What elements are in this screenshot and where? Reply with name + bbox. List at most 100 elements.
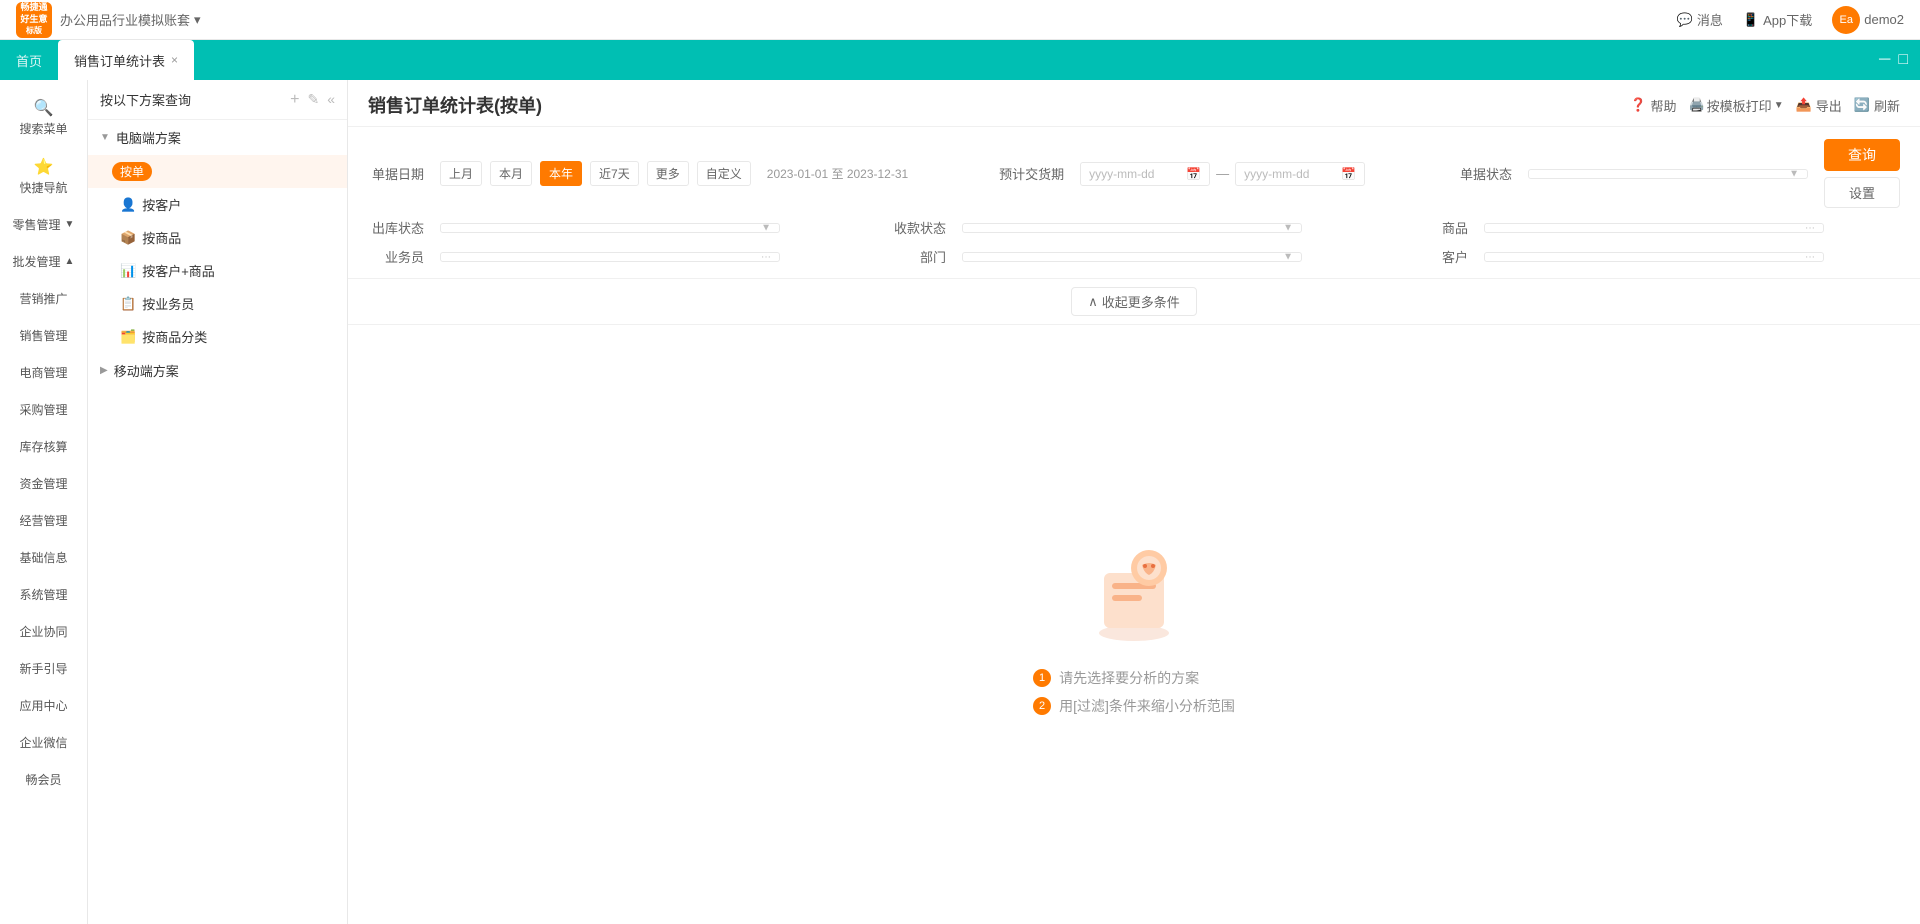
scheme-item-按商品分类[interactable]: 🗂️ 按商品分类 xyxy=(88,320,347,353)
step-num-1: 1 xyxy=(1033,669,1051,687)
expected-date-start-text: yyyy-mm-dd xyxy=(1089,167,1154,181)
app-download-button[interactable]: 📱 App下载 xyxy=(1743,10,1812,29)
sidebar-item-purchase[interactable]: 采购管理 xyxy=(0,391,87,428)
staff-select[interactable]: ··· xyxy=(440,252,780,262)
step-num-2: 2 xyxy=(1033,697,1051,715)
add-scheme-button[interactable]: + xyxy=(290,91,299,109)
collapse-panel-button[interactable]: « xyxy=(327,91,335,109)
dept-select[interactable]: ▼ xyxy=(962,252,1302,262)
mobile-group-label: 移动端方案 xyxy=(114,361,179,380)
sidebar-item-basic[interactable]: 基础信息 xyxy=(0,539,87,576)
app-selector[interactable]: 办公用品行业模拟账套 ▾ xyxy=(60,10,201,29)
help-button[interactable]: ❓ 帮助 xyxy=(1630,96,1676,115)
expected-date-start[interactable]: yyyy-mm-dd 📅 xyxy=(1080,162,1210,186)
sidebar-item-newbie[interactable]: 新手引导 xyxy=(0,650,87,687)
goods-select[interactable]: ··· xyxy=(1484,223,1824,233)
sidebar-item-search[interactable]: 🔍 搜索菜单 xyxy=(0,88,87,147)
customer-select[interactable]: ··· xyxy=(1484,252,1824,262)
sidebar-label-appcenter: 应用中心 xyxy=(19,697,67,714)
custom-btn[interactable]: 自定义 xyxy=(697,161,751,186)
delivery-select[interactable]: ▼ xyxy=(440,223,780,233)
sidebar-item-retail[interactable]: 零售管理 ▼ xyxy=(0,206,87,243)
7days-btn[interactable]: 近7天 xyxy=(590,161,639,186)
date-filter: 上月 本月 本年 近7天 更多 自定义 xyxy=(440,161,751,186)
content-area: 按以下方案查询 + ✎ « ▼ 电脑端方案 按单 👤 按客户 xyxy=(88,80,1920,924)
user-profile[interactable]: Ea demo2 xyxy=(1832,6,1904,34)
left-panel-actions: + ✎ « xyxy=(290,91,335,109)
sidebar-label-search: 搜索菜单 xyxy=(19,120,67,137)
tab-minimize-icon[interactable]: ─ xyxy=(1879,51,1890,69)
tab-home[interactable]: 首页 xyxy=(0,40,58,80)
tab-maximize-icon[interactable]: □ xyxy=(1898,51,1908,69)
page-title: 销售订单统计表(按单) xyxy=(368,92,542,118)
date-range-text: 2023-01-01 至 2023-12-31 xyxy=(767,165,908,182)
refresh-button[interactable]: 🔄 刷新 xyxy=(1854,96,1900,115)
right-panel: 销售订单统计表(按单) ❓ 帮助 🖨️ 按模板打印 ▼ 📤 导出 xyxy=(348,80,1920,924)
date-label: 单据日期 xyxy=(368,164,424,183)
scheme-icon-业务员: 📋 xyxy=(120,296,136,312)
sidebar-item-wholesale[interactable]: 批发管理 ▲ xyxy=(0,243,87,280)
sidebar-label-wholesale: 批发管理 xyxy=(13,253,61,270)
sidebar-item-marketing[interactable]: 营销推广 xyxy=(0,280,87,317)
empty-state: 1 请先选择要分析的方案 2 用[过滤]条件来缩小分析范围 xyxy=(348,325,1920,924)
sidebar-item-finance[interactable]: 资金管理 xyxy=(0,465,87,502)
sidebar-label-finance: 资金管理 xyxy=(19,475,67,492)
collapse-btn[interactable]: ∧ 收起更多条件 xyxy=(1071,287,1197,316)
scheme-item-按客户[interactable]: 👤 按客户 xyxy=(88,188,347,221)
sidebar-item-appcenter[interactable]: 应用中心 xyxy=(0,687,87,724)
sidebar-item-quicknav[interactable]: ⭐ 快捷导航 xyxy=(0,147,87,206)
scheme-item-按业务员[interactable]: 📋 按业务员 xyxy=(88,287,347,320)
sidebar-item-member[interactable]: 畅会员 xyxy=(0,761,87,798)
scheme-item-按商品[interactable]: 📦 按商品 xyxy=(88,221,347,254)
sidebar-item-system[interactable]: 系统管理 xyxy=(0,576,87,613)
export-button[interactable]: 📤 导出 xyxy=(1796,96,1842,115)
retail-arrow-icon: ▼ xyxy=(65,219,75,230)
sidebar-item-enterprise[interactable]: 企业协同 xyxy=(0,613,87,650)
calendar-icon-end: 📅 xyxy=(1341,167,1356,181)
query-button[interactable]: 查询 xyxy=(1824,139,1900,171)
this-year-btn[interactable]: 本年 xyxy=(540,161,582,186)
app-logo: 畅捷通好生意标版 xyxy=(16,2,52,38)
collapse-up-icon: ∧ xyxy=(1088,294,1098,310)
last-month-btn[interactable]: 上月 xyxy=(440,161,482,186)
sidebar-item-sales[interactable]: 销售管理 xyxy=(0,317,87,354)
receipt-chevron-icon: ▼ xyxy=(1283,222,1293,233)
sidebar-item-operations[interactable]: 经营管理 xyxy=(0,502,87,539)
tab-bar-actions: ─ □ xyxy=(1879,51,1920,69)
tab-home-label: 首页 xyxy=(16,51,42,70)
edit-scheme-button[interactable]: ✎ xyxy=(307,91,319,109)
scheme-item-按客户商品[interactable]: 📊 按客户+商品 xyxy=(88,254,347,287)
this-month-btn[interactable]: 本月 xyxy=(490,161,532,186)
dept-chevron-icon: ▼ xyxy=(1283,251,1293,262)
setup-button[interactable]: 设置 xyxy=(1824,177,1900,208)
receipt-label: 收款状态 xyxy=(890,218,946,237)
filter-row-1: 单据日期 上月 本月 本年 近7天 更多 自定义 2023-01-01 至 20… xyxy=(368,139,1900,208)
mobile-group[interactable]: ▶ 移动端方案 xyxy=(88,353,347,388)
more-btn[interactable]: 更多 xyxy=(647,161,689,186)
receipt-select[interactable]: ▼ xyxy=(962,223,1302,233)
status-select[interactable]: ▼ xyxy=(1528,169,1808,179)
pc-group[interactable]: ▼ 电脑端方案 xyxy=(88,120,347,155)
scheme-label-按客户商品: 按客户+商品 xyxy=(142,261,215,280)
scheme-icon-客户: 👤 xyxy=(120,197,136,213)
sidebar-item-inventory[interactable]: 库存核算 xyxy=(0,428,87,465)
sidebar-item-ecommerce[interactable]: 电商管理 xyxy=(0,354,87,391)
mobile-group-arrow: ▶ xyxy=(100,365,108,376)
sidebar-item-wechat[interactable]: 企业微信 xyxy=(0,724,87,761)
print-button[interactable]: 🖨️ 按模板打印 ▼ xyxy=(1688,96,1783,115)
sidebar-label-marketing: 营销推广 xyxy=(19,290,67,307)
scheme-label-按商品分类: 按商品分类 xyxy=(142,327,207,346)
active-badge: 按单 xyxy=(112,162,152,181)
tab-sales-stats[interactable]: 销售订单统计表 × xyxy=(58,40,194,80)
tab-bar: 首页 销售订单统计表 × ─ □ xyxy=(0,40,1920,80)
message-button[interactable]: 💬 消息 xyxy=(1677,10,1723,29)
sidebar-label-sales: 销售管理 xyxy=(19,327,67,344)
scheme-item-按单[interactable]: 按单 xyxy=(88,155,347,188)
scheme-icon-商品: 📦 xyxy=(120,230,136,246)
sidebar-label-ecommerce: 电商管理 xyxy=(19,364,67,381)
scheme-label-按商品: 按商品 xyxy=(142,228,181,247)
tab-close-icon[interactable]: × xyxy=(171,53,178,67)
download-icon: 📱 xyxy=(1743,12,1759,28)
delivery-label: 出库状态 xyxy=(368,218,424,237)
expected-date-end[interactable]: yyyy-mm-dd 📅 xyxy=(1235,162,1365,186)
